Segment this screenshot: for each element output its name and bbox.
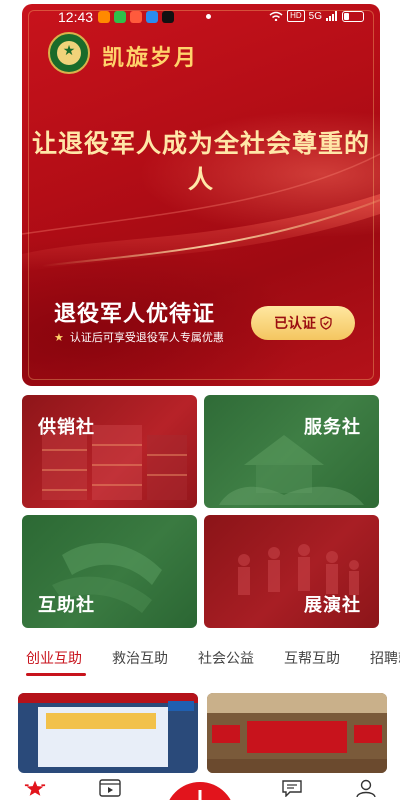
tab-startup-mutual-aid[interactable]: 创业互助 xyxy=(26,648,82,668)
home-star-icon[interactable] xyxy=(24,779,46,797)
status-app-icons xyxy=(98,11,174,23)
content-card[interactable] xyxy=(18,693,198,773)
add-button[interactable] xyxy=(165,782,235,800)
shield-check-icon xyxy=(320,316,332,330)
profile-icon[interactable] xyxy=(355,779,377,797)
signal-icon xyxy=(326,11,337,21)
network-type-label: 5G xyxy=(308,10,322,22)
tile-service-cooperative[interactable]: 服务社 xyxy=(204,395,379,508)
notification-app-icon xyxy=(146,11,158,23)
category-tabs: 创业互助 救治互助 社会公益 互帮互助 招聘就 xyxy=(0,640,400,680)
bottom-navigation xyxy=(0,773,400,800)
certified-button-label: 已认证 xyxy=(274,316,316,332)
notification-app-icon xyxy=(162,11,174,23)
app-logo: ★ xyxy=(48,32,90,74)
logo-emblem-icon: ★ xyxy=(62,43,76,59)
tile-label: 服务社 xyxy=(304,417,361,438)
house-in-hands-illustration xyxy=(219,435,364,505)
certificate-title: 退役军人优待证 xyxy=(54,302,216,327)
tab-recruitment[interactable]: 招聘就 xyxy=(370,648,400,668)
active-tab-indicator xyxy=(26,673,86,676)
tab-help-each-other[interactable]: 互帮互助 xyxy=(284,648,340,668)
notification-app-icon xyxy=(98,11,110,23)
tile-label: 互助社 xyxy=(38,595,95,616)
tile-supply-cooperative[interactable]: 供销社 xyxy=(22,395,197,508)
app-screen: 12:43 HD 5G ★ 凯旋岁月 让退役军人成为全社会尊重的人 退役军人优待… xyxy=(0,0,400,800)
supermarket-shelves-illustration xyxy=(42,425,187,500)
tab-medical-mutual-aid[interactable]: 救治互助 xyxy=(112,648,168,668)
video-icon[interactable] xyxy=(99,779,121,797)
certified-button[interactable]: 已认证 xyxy=(251,306,355,340)
status-dot-icon xyxy=(206,14,211,19)
battery-icon xyxy=(342,10,364,22)
notification-app-icon xyxy=(130,11,142,23)
app-name: 凯旋岁月 xyxy=(102,46,199,71)
certificate-subtitle: ★ 认证后可享受退役军人专属优惠 xyxy=(54,329,224,345)
tile-performance-cooperative[interactable]: 展演社 xyxy=(204,515,379,628)
content-card[interactable] xyxy=(207,693,387,773)
star-icon: ★ xyxy=(54,330,64,344)
message-icon[interactable] xyxy=(281,779,303,797)
tile-label: 展演社 xyxy=(304,595,361,616)
status-time: 12:43 xyxy=(58,9,94,25)
tab-public-welfare[interactable]: 社会公益 xyxy=(198,648,254,668)
status-bar: 12:43 HD 5G xyxy=(22,4,380,30)
hero-slogan: 让退役军人成为全社会尊重的人 xyxy=(31,129,370,194)
card-photo-meeting xyxy=(207,693,387,773)
status-indicators: HD 5G xyxy=(269,10,364,22)
notification-app-icon xyxy=(114,11,126,23)
tile-mutual-aid-cooperative[interactable]: 互助社 xyxy=(22,515,197,628)
tile-label: 供销社 xyxy=(38,417,95,438)
wifi-icon xyxy=(269,11,283,21)
hd-badge: HD xyxy=(287,10,305,22)
add-icon xyxy=(198,790,202,800)
hero-banner: 12:43 HD 5G ★ 凯旋岁月 让退役军人成为全社会尊重的人 退役军人优待… xyxy=(22,4,380,386)
certificate-subtitle-text: 认证后可享受退役军人专属优惠 xyxy=(69,331,224,344)
card-photo-event xyxy=(18,693,198,773)
